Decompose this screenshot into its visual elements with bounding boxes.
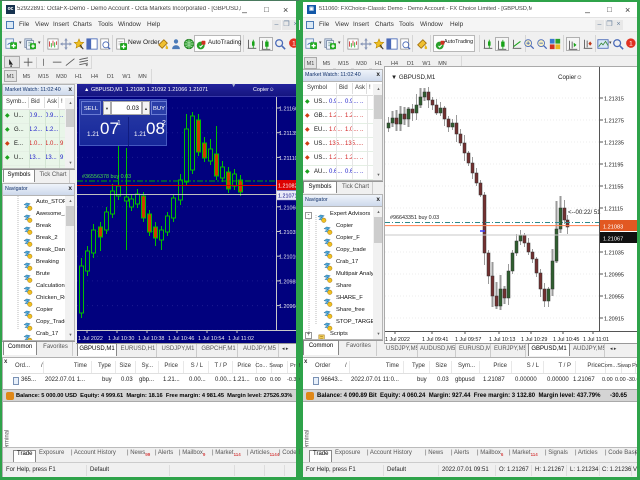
svg-text:1.21083: 1.21083 bbox=[603, 225, 623, 231]
svg-text:1.21082: 1.21082 bbox=[278, 184, 298, 190]
svg-text:1 Jul 10:54: 1 Jul 10:54 bbox=[198, 336, 224, 342]
svg-text:1 Jul 2022: 1 Jul 2022 bbox=[78, 336, 103, 342]
svg-text:1.21315: 1.21315 bbox=[604, 97, 624, 103]
svg-text:1.21155: 1.21155 bbox=[604, 185, 623, 191]
svg-text:1 Jul 10:30: 1 Jul 10:30 bbox=[108, 336, 134, 342]
svg-text:1.21115: 1.21115 bbox=[604, 207, 623, 213]
svg-text:1.21195: 1.21195 bbox=[604, 163, 623, 169]
svg-text:1.21110: 1.21110 bbox=[279, 156, 298, 162]
svg-text:1.21071: 1.21071 bbox=[278, 194, 298, 200]
svg-text:▼ GBPUSD,M1: ▼ GBPUSD,M1 bbox=[391, 74, 436, 81]
svg-text:1: 1 bbox=[629, 41, 633, 48]
svg-text:1 Jul 11:02: 1 Jul 11:02 bbox=[228, 336, 254, 342]
svg-text:1.21067: 1.21067 bbox=[603, 237, 623, 243]
svg-text:#96643351 buy 0.03: #96643351 buy 0.03 bbox=[390, 215, 439, 221]
svg-text:Copier☺: Copier☺ bbox=[558, 74, 583, 81]
svg-text:1.20915: 1.20915 bbox=[604, 317, 624, 323]
svg-text:<--00:22/ 51: <--00:22/ 51 bbox=[568, 210, 601, 216]
svg-text:1 Jul 10:38: 1 Jul 10:38 bbox=[138, 336, 164, 342]
svg-text:1.21235: 1.21235 bbox=[604, 141, 624, 147]
svg-text:1.21275: 1.21275 bbox=[604, 119, 624, 125]
svg-text:1.20995: 1.20995 bbox=[604, 273, 624, 279]
svg-text:1.21035: 1.21035 bbox=[604, 251, 624, 257]
svg-text:1.20955: 1.20955 bbox=[604, 295, 624, 301]
svg-text:1 Jul 10:46: 1 Jul 10:46 bbox=[168, 336, 194, 342]
svg-text:#36556378 buy 0.03: #36556378 buy 0.03 bbox=[82, 174, 131, 180]
